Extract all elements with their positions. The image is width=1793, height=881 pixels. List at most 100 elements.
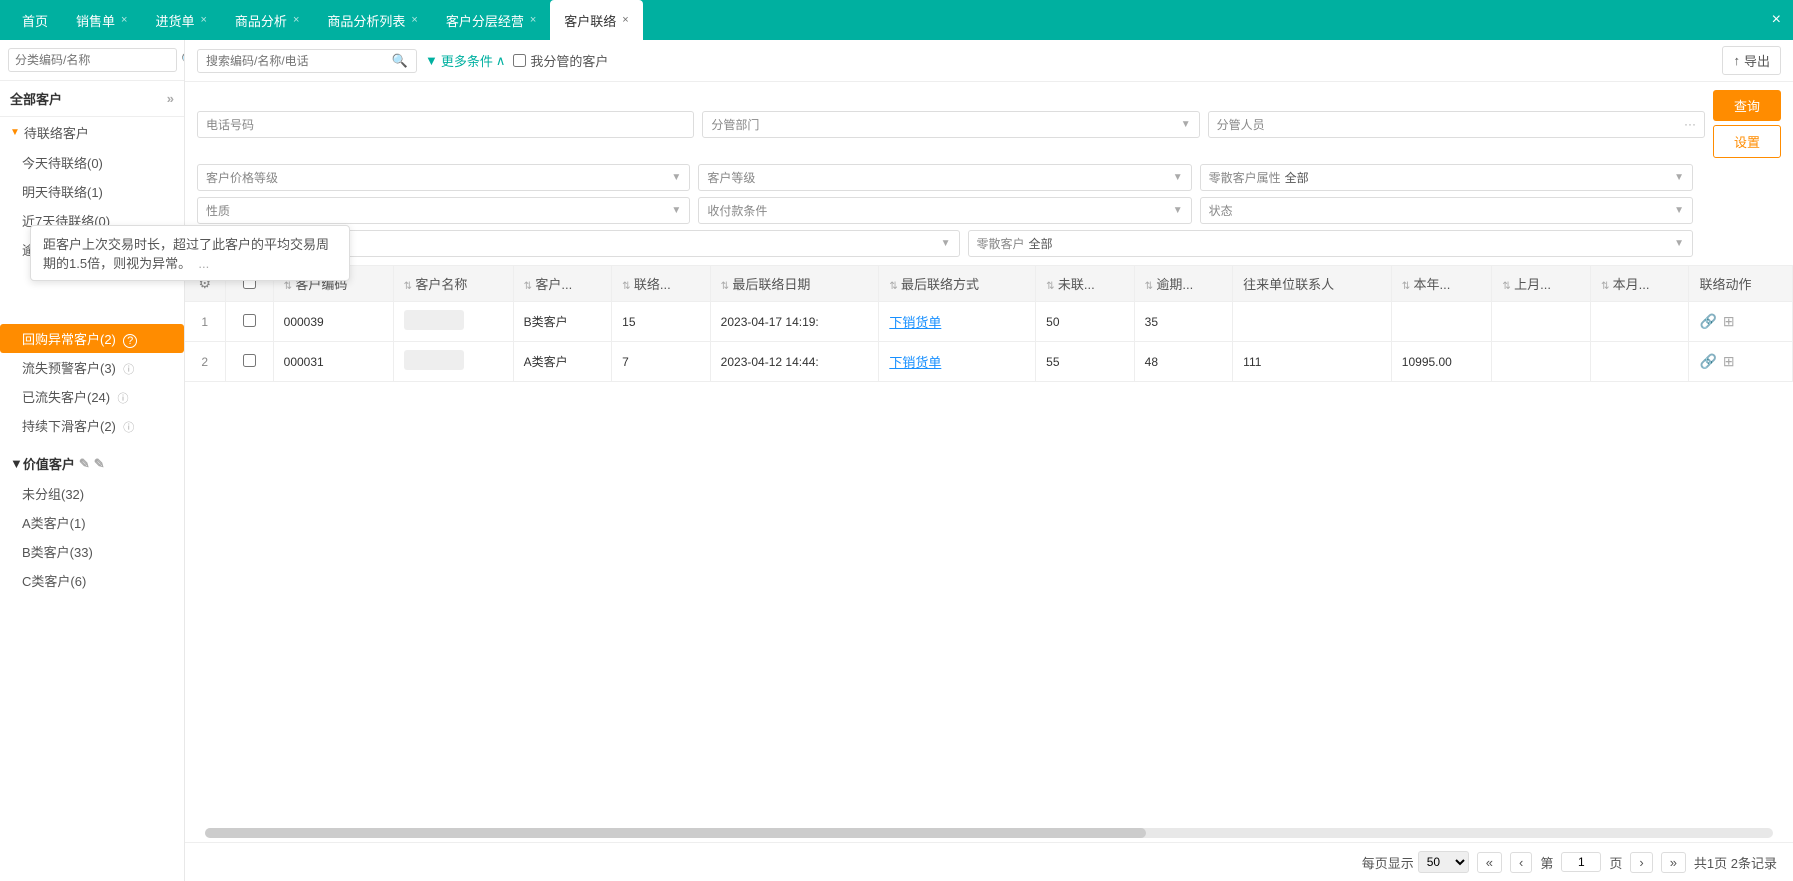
- value-group-edit2-icon[interactable]: ✎: [94, 456, 105, 472]
- sidebar-item-today[interactable]: 今天待联络(0): [0, 148, 184, 177]
- cell-last-method[interactable]: 下销货单: [879, 302, 1036, 342]
- cell-index: 2: [185, 342, 225, 382]
- nav-product-list[interactable]: 商品分析列表 ×: [313, 0, 431, 40]
- action-grid-icon[interactable]: ⊞: [1723, 313, 1735, 330]
- nav-product-analysis[interactable]: 商品分析 ×: [221, 0, 313, 40]
- sidebar-pending-group-title[interactable]: ▼ 待联络客户: [0, 117, 184, 148]
- retail-customer-filter[interactable]: 零散客户 全部 ▼: [968, 230, 1694, 257]
- cell-last-month: [1492, 342, 1591, 382]
- per-page-select[interactable]: 50 20 100: [1418, 851, 1469, 873]
- retail-attr-filter[interactable]: 零散客户属性 全部 ▼: [1200, 164, 1693, 191]
- person-more-icon[interactable]: ···: [1684, 117, 1696, 131]
- close-customer-contact-icon[interactable]: ×: [622, 14, 628, 26]
- col-overdue-sort-icon[interactable]: ⇅: [1145, 281, 1153, 292]
- col-last-method: ⇅ 最后联络方式: [879, 266, 1036, 302]
- col-code-sort-icon[interactable]: ⇅: [284, 281, 292, 292]
- query-button[interactable]: 查询: [1713, 90, 1781, 121]
- close-all-tabs-button[interactable]: ×: [1772, 11, 1781, 29]
- sidebar-anomaly-group: 回购异常客户(2) ? 流失预警客户(3) ⓘ 已流失客户(24) ⓘ 持续下滑…: [0, 324, 184, 440]
- col-name-sort-icon[interactable]: ⇅: [404, 281, 412, 292]
- horizontal-scrollbar[interactable]: [205, 828, 1773, 838]
- cell-last-method[interactable]: 下销货单: [879, 342, 1036, 382]
- cell-checkbox[interactable]: [225, 302, 273, 342]
- sidebar-item-declining[interactable]: 持续下滑客户(2) ⓘ: [0, 411, 184, 440]
- action-grid-icon[interactable]: ⊞: [1723, 353, 1735, 370]
- dept-label: 分管部门: [711, 116, 759, 133]
- col-pending-sort-icon[interactable]: ⇅: [1046, 281, 1054, 292]
- close-purchase-icon[interactable]: ×: [200, 14, 206, 26]
- sidebar-item-lost[interactable]: 已流失客户(24) ⓘ: [0, 382, 184, 411]
- sidebar-collapse-icon[interactable]: »: [167, 91, 174, 106]
- prev-page-button[interactable]: ‹: [1510, 852, 1532, 873]
- col-this-month-sort-icon[interactable]: ⇅: [1601, 281, 1609, 292]
- cell-name[interactable]: [393, 342, 513, 382]
- customer-table: ⚙ ⇅ 客户编码 ⇅ 客户名称: [185, 266, 1793, 382]
- cell-last-month: [1492, 302, 1591, 342]
- sidebar-item-tomorrow[interactable]: 明天待联络(1): [0, 177, 184, 206]
- gender-chevron-icon: ▼: [671, 205, 681, 216]
- cell-action: 🔗 ⊞: [1689, 342, 1793, 382]
- cell-type: B类客户: [513, 302, 612, 342]
- cell-checkbox[interactable]: [225, 342, 273, 382]
- search-input[interactable]: [206, 54, 392, 68]
- my-customer-checkbox-wrap: 我分管的客户: [513, 51, 608, 70]
- action-link-icon[interactable]: 🔗: [1699, 353, 1716, 370]
- last-page-button[interactable]: »: [1661, 852, 1686, 873]
- customer-level-filter[interactable]: 客户等级 ▼: [698, 164, 1191, 191]
- main-search-icon[interactable]: 🔍: [392, 53, 408, 69]
- status-filter[interactable]: 状态 ▼: [1200, 197, 1693, 224]
- close-customer-tier-icon[interactable]: ×: [530, 14, 536, 26]
- chevron-up-icon: ∧: [496, 53, 506, 69]
- more-conditions-button[interactable]: ▼ 更多条件 ∧: [425, 51, 505, 70]
- col-this-year-sort-icon[interactable]: ⇅: [1402, 281, 1410, 292]
- col-overdue: ⇅ 逾期...: [1134, 266, 1233, 302]
- phone-filter[interactable]: 电话号码: [197, 111, 694, 138]
- info-icon2: ⓘ: [123, 364, 134, 376]
- page-number-input[interactable]: [1561, 852, 1601, 872]
- phone-label: 电话号码: [206, 116, 254, 133]
- col-pending: ⇅ 未联...: [1036, 266, 1135, 302]
- col-contact-sort-icon[interactable]: ⇅: [622, 281, 630, 292]
- customer-level-label: 客户等级: [707, 169, 755, 186]
- cell-action: 🔗 ⊞: [1689, 302, 1793, 342]
- action-link-icon[interactable]: 🔗: [1699, 313, 1716, 330]
- sidebar-item-c-class[interactable]: C类客户(6): [0, 566, 184, 595]
- nav-purchase[interactable]: 进货单 ×: [141, 0, 220, 40]
- export-button[interactable]: ↑ 导出: [1722, 46, 1781, 75]
- sidebar-item-a-class[interactable]: A类客户(1): [0, 508, 184, 537]
- payment-filter[interactable]: 收付款条件 ▼: [698, 197, 1191, 224]
- gender-filter[interactable]: 性质 ▼: [197, 197, 690, 224]
- col-last-month-sort-icon[interactable]: ⇅: [1502, 281, 1510, 292]
- sidebar-item-repurchase-anomaly[interactable]: 回购异常客户(2) ?: [0, 324, 184, 353]
- col-type-sort-icon[interactable]: ⇅: [524, 281, 532, 292]
- first-page-button[interactable]: «: [1477, 852, 1502, 873]
- col-last-method-sort-icon[interactable]: ⇅: [889, 281, 897, 292]
- col-contact: ⇅ 联络...: [612, 266, 711, 302]
- status-chevron-icon: ▼: [1674, 205, 1684, 216]
- close-product-list-icon[interactable]: ×: [411, 14, 417, 26]
- retail-attr-label: 零散客户属性: [1209, 169, 1281, 186]
- nav-customer-tier[interactable]: 客户分层经营 ×: [432, 0, 550, 40]
- close-product-analysis-icon[interactable]: ×: [293, 14, 299, 26]
- cell-name[interactable]: [393, 302, 513, 342]
- sidebar-item-ungrouped[interactable]: 未分组(32): [0, 479, 184, 508]
- cell-this-year: [1391, 302, 1492, 342]
- price-level-filter[interactable]: 客户价格等级 ▼: [197, 164, 690, 191]
- dept-filter[interactable]: 分管部门 ▼: [702, 111, 1199, 138]
- nav-customer-contact[interactable]: 客户联络 ×: [550, 0, 642, 40]
- nav-home[interactable]: 首页: [8, 0, 62, 40]
- set-button[interactable]: 设置: [1713, 125, 1781, 158]
- close-sales-icon[interactable]: ×: [121, 14, 127, 26]
- col-last-date-sort-icon[interactable]: ⇅: [721, 281, 729, 292]
- value-group-edit-icon[interactable]: ✎: [79, 456, 90, 472]
- next-page-button[interactable]: ›: [1630, 852, 1652, 873]
- person-filter[interactable]: 分管人员 ···: [1208, 111, 1705, 138]
- horizontal-scrollbar-thumb[interactable]: [205, 828, 1146, 838]
- my-customer-checkbox[interactable]: [513, 54, 526, 67]
- table-header-row: ⚙ ⇅ 客户编码 ⇅ 客户名称: [185, 266, 1793, 302]
- sidebar-item-loss-warning[interactable]: 流失预警客户(3) ⓘ: [0, 353, 184, 382]
- sidebar-item-b-class[interactable]: B类客户(33): [0, 537, 184, 566]
- cell-overdue: 48: [1134, 342, 1233, 382]
- sidebar-search-input[interactable]: [8, 48, 177, 72]
- nav-sales[interactable]: 销售单 ×: [62, 0, 141, 40]
